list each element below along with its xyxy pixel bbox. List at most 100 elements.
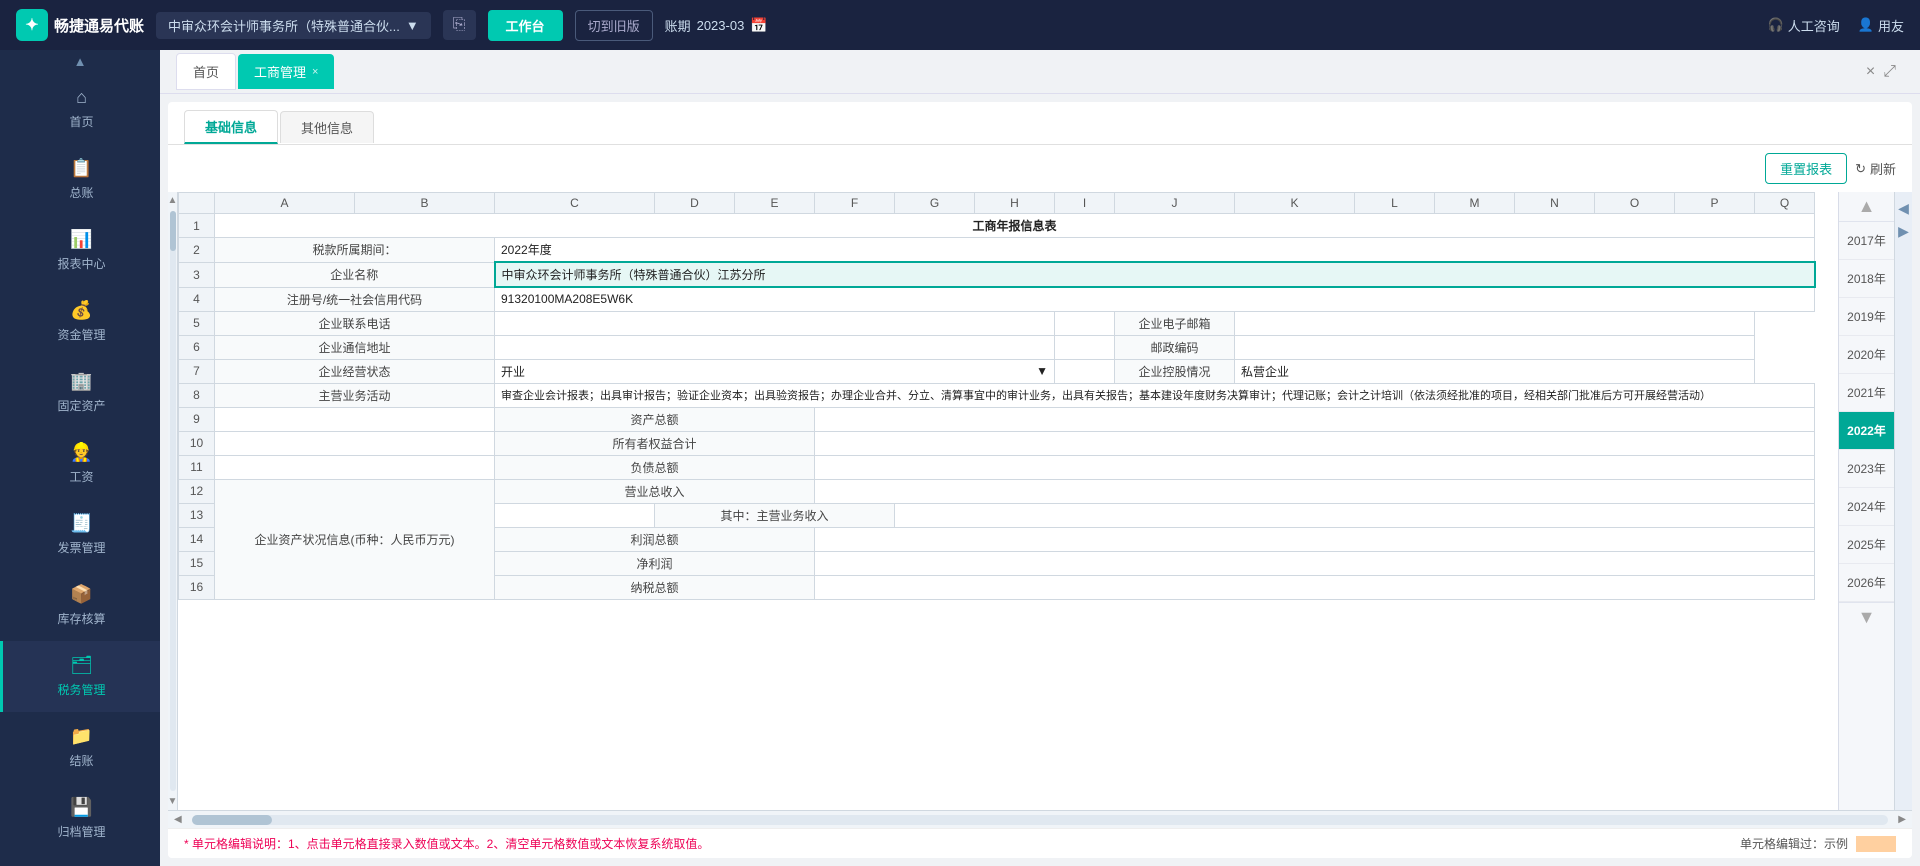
cell-9-val[interactable] bbox=[815, 407, 1815, 431]
sidebar-item-report[interactable]: 📊 报表中心 bbox=[0, 215, 160, 286]
cell-12-c[interactable]: 营业总收入 bbox=[495, 479, 815, 503]
cell-11-c[interactable]: 负债总额 bbox=[495, 455, 815, 479]
tab-close-icon[interactable]: × bbox=[312, 66, 318, 78]
cell-2-ab[interactable]: 税款所属期间： bbox=[215, 238, 495, 263]
support-link[interactable]: 🎧 人工咨询 bbox=[1768, 16, 1840, 35]
expand-icon[interactable]: ▶ bbox=[1898, 223, 1909, 240]
cell-2-c[interactable]: 2022年度 bbox=[495, 238, 1815, 263]
sidebar-item-close[interactable]: 📁 结账 bbox=[0, 712, 160, 783]
sidebar-item-archive[interactable]: 💾 归档管理 bbox=[0, 783, 160, 854]
company-dropdown-icon[interactable]: ▼ bbox=[406, 18, 419, 33]
col-G[interactable]: G bbox=[895, 193, 975, 214]
col-K[interactable]: K bbox=[1235, 193, 1355, 214]
cell-10-val[interactable] bbox=[815, 431, 1815, 455]
cell-6-ab[interactable]: 企业通信地址 bbox=[215, 335, 495, 359]
col-B[interactable]: B bbox=[355, 193, 495, 214]
sidebar-item-fund[interactable]: 💰 资金管理 bbox=[0, 286, 160, 357]
close-pane-button[interactable]: × bbox=[1866, 63, 1875, 81]
cell-6-j[interactable]: 邮政编码 bbox=[1115, 335, 1235, 359]
switch-version-button[interactable]: 切到旧版 bbox=[575, 10, 653, 41]
col-H[interactable]: H bbox=[975, 193, 1055, 214]
cell-15-val[interactable] bbox=[815, 551, 1815, 575]
cell-7-c[interactable]: 开业▼ bbox=[495, 359, 1055, 383]
vertical-scrollbar[interactable]: ▲ ▼ bbox=[168, 192, 178, 810]
year-2019[interactable]: 2019年 bbox=[1839, 298, 1894, 336]
h-scroll-left[interactable]: ◀ bbox=[168, 814, 188, 825]
cell-5-k[interactable] bbox=[1235, 311, 1755, 335]
sidebar-item-payroll[interactable]: 👷 工资 bbox=[0, 428, 160, 499]
user-menu[interactable]: 👤 用友 bbox=[1858, 16, 1904, 35]
cell-6-c[interactable] bbox=[495, 335, 1055, 359]
refresh-button[interactable]: ↻ 刷新 bbox=[1855, 159, 1896, 178]
col-J[interactable]: J bbox=[1115, 193, 1235, 214]
year-2020[interactable]: 2020年 bbox=[1839, 336, 1894, 374]
year-2025[interactable]: 2025年 bbox=[1839, 526, 1894, 564]
sub-tab-other[interactable]: 其他信息 bbox=[280, 111, 374, 143]
year-2021[interactable]: 2021年 bbox=[1839, 374, 1894, 412]
h-scroll-right[interactable]: ▶ bbox=[1892, 814, 1912, 825]
sidebar-item-asset[interactable]: 🏢 固定资产 bbox=[0, 357, 160, 428]
sidebar-item-tax[interactable]: 🗂 税务管理 bbox=[0, 641, 160, 712]
expand-pane-button[interactable]: ⤢ bbox=[1883, 63, 1896, 81]
cell-4-ab[interactable]: 注册号/统一社会信用代码 bbox=[215, 287, 495, 311]
cell-16-c[interactable]: 纳税总额 bbox=[495, 575, 815, 599]
collapse-icon[interactable]: ◀ bbox=[1898, 200, 1909, 217]
cell-12-val[interactable] bbox=[815, 479, 1815, 503]
col-I[interactable]: I bbox=[1055, 193, 1115, 214]
cell-title[interactable]: 工商年报信息表 bbox=[215, 214, 1815, 238]
tab-business[interactable]: 工商管理 × bbox=[238, 54, 334, 89]
year-2026[interactable]: 2026年 bbox=[1839, 564, 1894, 602]
col-C[interactable]: C bbox=[495, 193, 655, 214]
cell-15-c[interactable]: 净利润 bbox=[495, 551, 815, 575]
sidebar-item-invoice[interactable]: 🧾 发票管理 bbox=[0, 499, 160, 570]
reset-report-button[interactable]: 重置报表 bbox=[1765, 153, 1847, 184]
year-2023[interactable]: 2023年 bbox=[1839, 450, 1894, 488]
col-L[interactable]: L bbox=[1355, 193, 1435, 214]
cell-9-c[interactable]: 资产总额 bbox=[495, 407, 815, 431]
sidebar-scroll-up[interactable]: ▲ bbox=[0, 50, 160, 73]
col-Q[interactable]: Q bbox=[1755, 193, 1815, 214]
cell-7-ab[interactable]: 企业经营状态 bbox=[215, 359, 495, 383]
col-D[interactable]: D bbox=[655, 193, 735, 214]
cell-7-j[interactable]: 企业控股情况 bbox=[1115, 359, 1235, 383]
col-O[interactable]: O bbox=[1595, 193, 1675, 214]
cell-10-c[interactable]: 所有者权益合计 bbox=[495, 431, 815, 455]
col-F[interactable]: F bbox=[815, 193, 895, 214]
cell-14-c[interactable]: 利润总额 bbox=[495, 527, 815, 551]
side-panel-toggle[interactable]: ◀ ▶ bbox=[1894, 192, 1912, 810]
cell-5-c[interactable] bbox=[495, 311, 1055, 335]
workspace-button[interactable]: 工作台 bbox=[488, 10, 563, 41]
scroll-down-arrow[interactable]: ▼ bbox=[168, 793, 177, 810]
col-P[interactable]: P bbox=[1675, 193, 1755, 214]
col-A[interactable]: A bbox=[215, 193, 355, 214]
cell-5-ab[interactable]: 企业联系电话 bbox=[215, 311, 495, 335]
sidebar-item-home[interactable]: ⌂ 首页 bbox=[0, 73, 160, 144]
year-2018[interactable]: 2018年 bbox=[1839, 260, 1894, 298]
cell-3-c[interactable]: 中审众环会计师事务所（特殊普通合伙）江苏分所 bbox=[495, 262, 1815, 287]
dropdown-status[interactable]: 开业▼ bbox=[501, 363, 1048, 380]
cell-13-val[interactable] bbox=[895, 503, 1815, 527]
cell-13-ef[interactable]: 其中：主营业务收入 bbox=[655, 503, 895, 527]
horizontal-scrollbar[interactable]: ◀ ▶ bbox=[168, 810, 1912, 828]
cell-8-c[interactable]: 审查企业会计报表；出具审计报告；验证企业资本；出具验资报告；办理企业合并、分立、… bbox=[495, 383, 1815, 407]
year-2022[interactable]: 2022年 bbox=[1839, 412, 1894, 450]
copy-button[interactable]: ⎘ bbox=[443, 10, 476, 40]
year-2017[interactable]: 2017年 bbox=[1839, 222, 1894, 260]
year-up-arrow[interactable]: ▲ bbox=[1858, 196, 1876, 217]
cell-14-val[interactable] bbox=[815, 527, 1815, 551]
sub-tab-basic[interactable]: 基础信息 bbox=[184, 110, 278, 144]
scroll-up-arrow[interactable]: ▲ bbox=[168, 192, 177, 209]
calendar-icon[interactable]: 📅 bbox=[750, 17, 767, 34]
cell-3-ab[interactable]: 企业名称 bbox=[215, 262, 495, 287]
col-M[interactable]: M bbox=[1435, 193, 1515, 214]
tab-home[interactable]: 首页 bbox=[176, 53, 236, 90]
year-2024[interactable]: 2024年 bbox=[1839, 488, 1894, 526]
company-selector[interactable]: 中审众环会计师事务所（特殊普通合伙... ▼ bbox=[156, 12, 431, 39]
year-down-arrow[interactable]: ▼ bbox=[1858, 607, 1876, 628]
cell-4-c[interactable]: 91320100MA208E5W6K bbox=[495, 287, 1815, 311]
cell-11-val[interactable] bbox=[815, 455, 1815, 479]
col-E[interactable]: E bbox=[735, 193, 815, 214]
col-N[interactable]: N bbox=[1515, 193, 1595, 214]
sidebar-item-inventory[interactable]: 📦 库存核算 bbox=[0, 570, 160, 641]
sidebar-item-settings[interactable]: ⚙ 设置 bbox=[0, 854, 160, 866]
